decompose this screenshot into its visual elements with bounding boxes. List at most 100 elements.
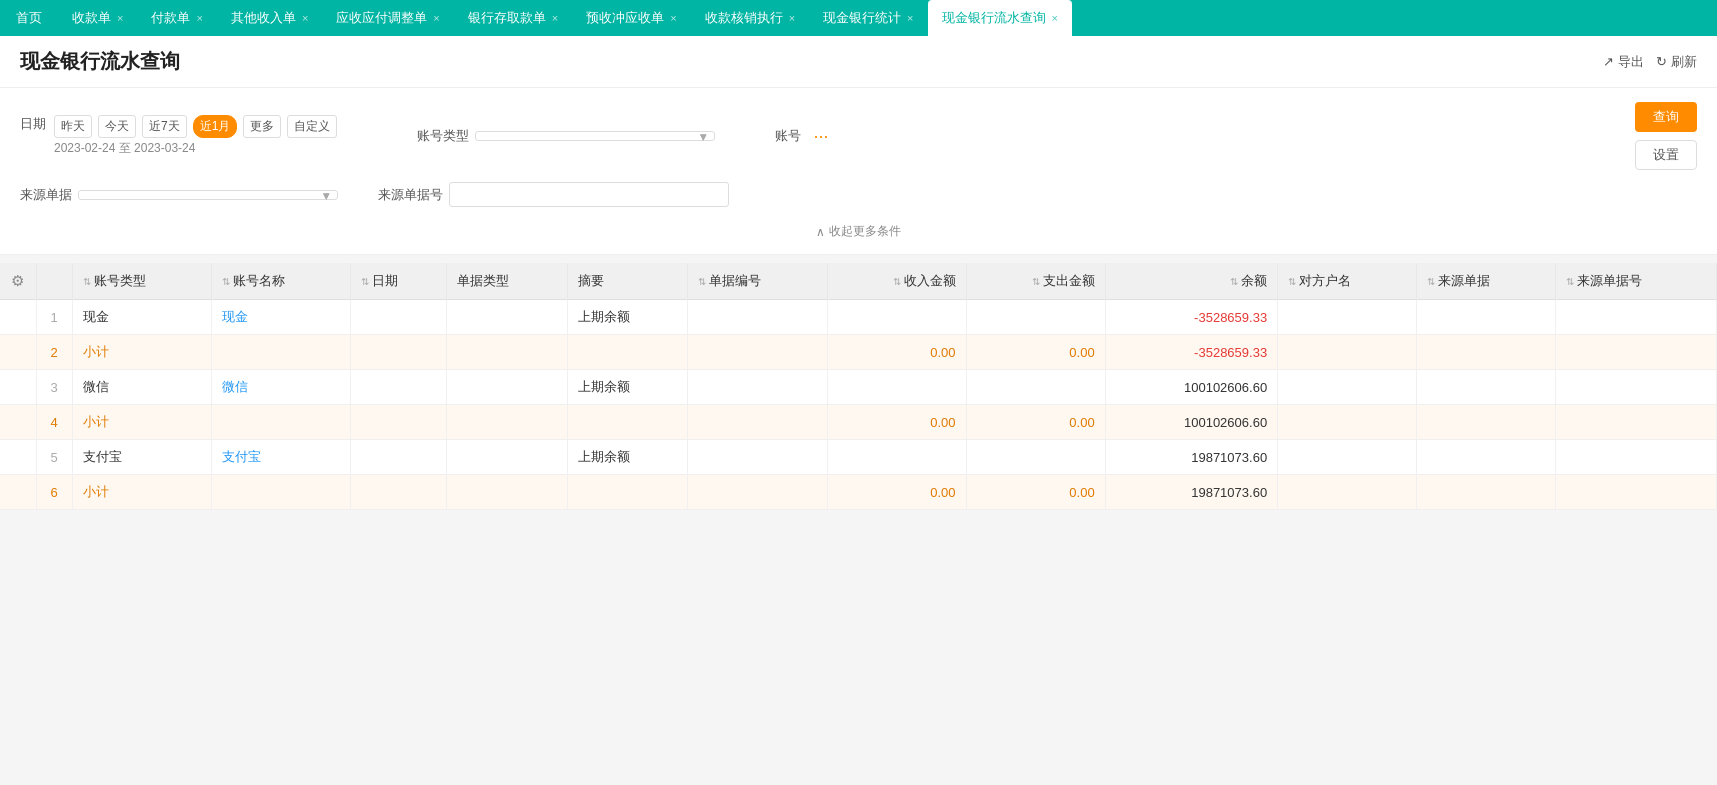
close-icon[interactable]: × — [907, 0, 913, 36]
cell-source-doc-no — [1556, 405, 1717, 440]
cell-summary — [567, 475, 688, 510]
cell-counterpart — [1278, 335, 1417, 370]
table-header-row: ⚙⇅账号类型⇅账号名称⇅日期单据类型摘要⇅单据编号⇅收入金额⇅支出金额⇅余额⇅对… — [0, 263, 1717, 300]
close-icon[interactable]: × — [552, 0, 558, 36]
top-nav: 首页 收款单×付款单×其他收入单×应收应付调整单×银行存取款单×预收冲应收单×收… — [0, 0, 1717, 36]
nav-tab-付款单[interactable]: 付款单× — [137, 0, 216, 36]
cell-account-name — [211, 335, 350, 370]
cell-doc-no — [688, 300, 827, 335]
nav-home[interactable]: 首页 — [0, 0, 58, 36]
filter-area: 日期 昨天今天近7天近1月更多自定义 2023-02-24 至 2023-03-… — [0, 88, 1717, 255]
nav-tab-收款核销执行[interactable]: 收款核销执行× — [691, 0, 809, 36]
date-btn-近7天[interactable]: 近7天 — [142, 115, 187, 138]
col-source_doc[interactable]: ⇅来源单据 — [1417, 263, 1556, 300]
col-label-account_name: 账号名称 — [233, 273, 285, 288]
col-counterpart[interactable]: ⇅对方户名 — [1278, 263, 1417, 300]
nav-tab-预收冲应收单[interactable]: 预收冲应收单× — [572, 0, 690, 36]
close-icon[interactable]: × — [302, 0, 308, 36]
table-row: 6小计0.000.0019871073.60 — [0, 475, 1717, 510]
account-name-link[interactable]: 微信 — [222, 379, 248, 394]
account-type-select[interactable] — [475, 131, 715, 141]
cell-doc-no — [688, 335, 827, 370]
sort-icon: ⇅ — [1032, 276, 1040, 287]
nav-tab-银行存取款单[interactable]: 银行存取款单× — [454, 0, 572, 36]
nav-tab-收款单[interactable]: 收款单× — [58, 0, 137, 36]
table-row: 1现金现金上期余额-3528659.33 — [0, 300, 1717, 335]
cell-summary — [567, 335, 688, 370]
query-button[interactable]: 查询 — [1635, 102, 1697, 132]
close-icon[interactable]: × — [433, 0, 439, 36]
cell-settings — [0, 300, 36, 335]
gear-icon[interactable]: ⚙ — [11, 272, 24, 289]
nav-tab-应收应付调整单[interactable]: 应收应付调整单× — [322, 0, 453, 36]
nav-tab-其他收入单[interactable]: 其他收入单× — [217, 0, 322, 36]
cell-date — [350, 335, 446, 370]
collapse-icon: ∧ — [816, 225, 825, 239]
cell-account-name[interactable]: 微信 — [211, 370, 350, 405]
cell-balance: -3528659.33 — [1105, 300, 1277, 335]
col-date[interactable]: ⇅日期 — [350, 263, 446, 300]
cell-settings — [0, 440, 36, 475]
cell-account-name[interactable]: 现金 — [211, 300, 350, 335]
sort-icon: ⇅ — [698, 276, 706, 287]
refresh-label: 刷新 — [1671, 53, 1697, 71]
col-doc_no[interactable]: ⇅单据编号 — [688, 263, 827, 300]
close-icon[interactable]: × — [1052, 0, 1058, 36]
cell-num: 1 — [36, 300, 72, 335]
cell-account-name[interactable]: 支付宝 — [211, 440, 350, 475]
cell-doc-no — [688, 405, 827, 440]
close-icon[interactable]: × — [117, 0, 123, 36]
source-doc-select[interactable] — [78, 190, 338, 200]
col-label-counterpart: 对方户名 — [1299, 273, 1351, 288]
date-btn-昨天[interactable]: 昨天 — [54, 115, 92, 138]
date-btn-自定义[interactable]: 自定义 — [287, 115, 337, 138]
col-account_type[interactable]: ⇅账号类型 — [72, 263, 211, 300]
cell-date — [350, 405, 446, 440]
col-income[interactable]: ⇅收入金额 — [827, 263, 966, 300]
settings-button[interactable]: 设置 — [1635, 140, 1697, 170]
collapse-bar[interactable]: ∧ 收起更多条件 — [20, 219, 1697, 248]
nav-tab-现金银行统计[interactable]: 现金银行统计× — [809, 0, 927, 36]
cell-doc-type — [446, 370, 567, 405]
refresh-button[interactable]: ↻ 刷新 — [1656, 53, 1697, 71]
nav-tab-label: 现金银行统计 — [823, 0, 901, 36]
cell-counterpart — [1278, 440, 1417, 475]
account-filter: 账号 ··· — [775, 126, 834, 147]
sort-icon: ⇅ — [1566, 276, 1574, 287]
date-btn-今天[interactable]: 今天 — [98, 115, 136, 138]
export-label: 导出 — [1618, 53, 1644, 71]
close-icon[interactable]: × — [670, 0, 676, 36]
close-icon[interactable]: × — [196, 0, 202, 36]
col-source_doc_no[interactable]: ⇅来源单据号 — [1556, 263, 1717, 300]
nav-tab-现金银行流水查询[interactable]: 现金银行流水查询× — [928, 0, 1072, 36]
cell-doc-type — [446, 335, 567, 370]
export-button[interactable]: ↗ 导出 — [1603, 53, 1644, 71]
table-row: 4小计0.000.00100102606.60 — [0, 405, 1717, 440]
col-summary: 摘要 — [567, 263, 688, 300]
source-doc-no-input[interactable] — [449, 182, 729, 207]
col-expense[interactable]: ⇅支出金额 — [966, 263, 1105, 300]
header-actions: ↗ 导出 ↻ 刷新 — [1603, 53, 1697, 71]
col-balance[interactable]: ⇅余额 — [1105, 263, 1277, 300]
date-btn-近1月[interactable]: 近1月 — [193, 115, 238, 138]
col-account_name[interactable]: ⇅账号名称 — [211, 263, 350, 300]
col-label-summary: 摘要 — [578, 273, 604, 288]
account-dots-btn[interactable]: ··· — [807, 126, 834, 147]
sort-icon: ⇅ — [1427, 276, 1435, 287]
account-name-link[interactable]: 支付宝 — [222, 449, 261, 464]
col-settings[interactable]: ⚙ — [0, 263, 36, 300]
col-label-account_type: 账号类型 — [94, 273, 146, 288]
cell-counterpart — [1278, 405, 1417, 440]
close-icon[interactable]: × — [789, 0, 795, 36]
account-type-filter: 账号类型 ▾ — [417, 127, 715, 145]
date-btn-更多[interactable]: 更多 — [243, 115, 281, 138]
cell-account-type: 支付宝 — [72, 440, 211, 475]
account-name-link[interactable]: 现金 — [222, 309, 248, 324]
cell-income — [827, 370, 966, 405]
col-doc_type: 单据类型 — [446, 263, 567, 300]
cell-source-doc-no — [1556, 300, 1717, 335]
cell-date — [350, 440, 446, 475]
cell-expense — [966, 370, 1105, 405]
nav-tab-label: 付款单 — [151, 0, 190, 36]
cell-income: 0.00 — [827, 405, 966, 440]
